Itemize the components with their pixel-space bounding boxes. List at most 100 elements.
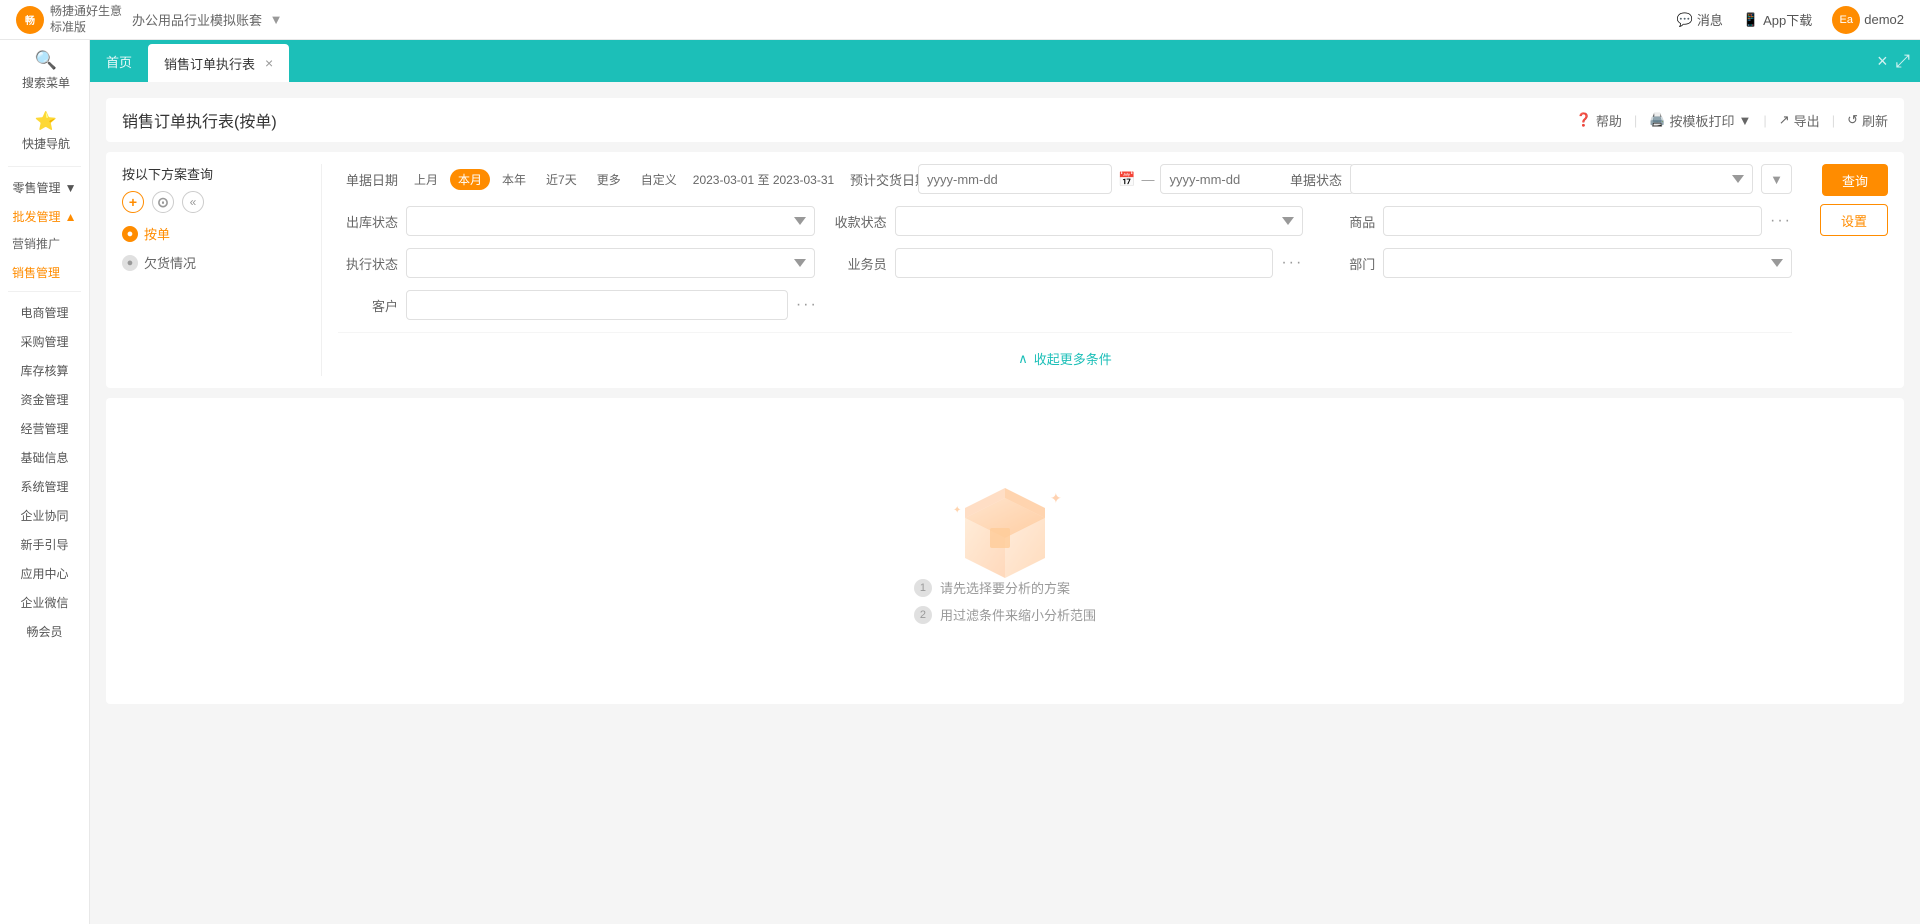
sidebar-search[interactable]: 🔍 搜索菜单 [0, 40, 89, 101]
filter-row-2: 出库状态 收款状态 [338, 206, 1792, 236]
print-icon: 🖨️ [1649, 112, 1665, 128]
refresh-button[interactable]: ↺ 刷新 [1847, 111, 1888, 130]
sidebar-item-purchase[interactable]: 采购管理 [0, 325, 89, 354]
empty-tip-1: 1 请先选择要分析的方案 [914, 578, 1096, 597]
date-tab-last7days[interactable]: 近7天 [538, 169, 585, 190]
filter-group-delivery-date: 预计交货日期 📅 — 📅 [850, 164, 1270, 194]
product-input[interactable] [1383, 206, 1762, 236]
page-title-bar: 销售订单执行表(按单) ❓ 帮助 | 🖨️ 按模板打印 ▼ | ↗ [106, 98, 1904, 142]
receipt-status-select[interactable] [895, 206, 1304, 236]
tab-home[interactable]: 首页 [90, 40, 148, 82]
filter-add-btns: + ⊙ « [122, 191, 305, 213]
sidebar-item-enterprise[interactable]: 企业协同 [0, 499, 89, 528]
message-button[interactable]: 💬 消息 [1677, 10, 1723, 29]
download-icon: 📱 [1743, 12, 1759, 28]
tab-minimize-button[interactable]: × [1877, 51, 1888, 72]
doc-status-select[interactable] [1350, 164, 1753, 194]
user-area[interactable]: Ea demo2 [1832, 6, 1904, 34]
shipping-status-label: 出库状态 [338, 212, 398, 231]
filter-group-department: 部门 [1315, 248, 1792, 278]
help-button[interactable]: ❓ 帮助 [1576, 111, 1622, 130]
export-icon: ↗ [1779, 112, 1790, 128]
date-tab-currentyear[interactable]: 本年 [494, 169, 534, 190]
filter-group-customer: 客户 ··· [338, 290, 818, 320]
filter-copy-button[interactable]: ⊙ [152, 191, 174, 213]
filter-add-button[interactable]: + [122, 191, 144, 213]
page-title: 销售订单执行表(按单) [122, 108, 277, 132]
tip-2-num: 2 [914, 606, 932, 624]
execution-status-label: 执行状态 [338, 254, 398, 273]
date-tab-currentmonth[interactable]: 本月 [450, 169, 490, 190]
date-tab-custom[interactable]: 自定义 [633, 169, 685, 190]
date-range-display: 2023-03-01 至 2023-03-31 [693, 171, 834, 188]
message-icon: 💬 [1677, 12, 1693, 28]
collapse-filter-button[interactable]: ∧ 收起更多条件 [1010, 341, 1120, 376]
filter-title: 按以下方案查询 [122, 164, 305, 183]
filter-group-product: 商品 ··· [1315, 206, 1792, 236]
sidebar-item-basic[interactable]: 基础信息 [0, 441, 89, 470]
sidebar-item-ecommerce[interactable]: 电商管理 [0, 296, 89, 325]
search-icon: 🔍 [35, 50, 57, 71]
sidebar-divider-2 [8, 291, 81, 292]
filter-scheme-panel: 按以下方案查询 + ⊙ « [122, 164, 322, 376]
salesperson-input[interactable] [895, 248, 1274, 278]
customer-dots[interactable]: ··· [796, 296, 818, 314]
logo-text: 畅捷通好生意 标准版 [50, 4, 122, 35]
sidebar-item-operations[interactable]: 经营管理 [0, 412, 89, 441]
sidebar-item-sales[interactable]: 销售管理 [0, 258, 89, 287]
help-icon: ❓ [1576, 112, 1592, 128]
breadcrumb: 办公用品行业模拟账套 ▼ [132, 10, 284, 29]
filter-scheme-by-debt[interactable]: ● 欠货情况 [122, 248, 305, 277]
department-select[interactable] [1383, 248, 1792, 278]
app-download-button[interactable]: 📱 App下载 [1743, 10, 1812, 29]
collapse-more-icon: ∧ [1018, 351, 1028, 367]
sidebar-item-retail[interactable]: 零售管理 ▼ [0, 171, 89, 200]
filter-group-receipt: 收款状态 [827, 206, 1304, 236]
sidebar-item-newbie[interactable]: 新手引导 [0, 528, 89, 557]
filter-scheme-by-order[interactable]: ● 按单 [122, 219, 305, 248]
breadcrumb-dropdown-icon[interactable]: ▼ [268, 12, 284, 28]
doc-status-more[interactable]: ▼ [1761, 164, 1792, 194]
calendar-icon-start[interactable]: 📅 [1118, 171, 1135, 188]
scheme-icon-debt: ● [122, 255, 138, 271]
sidebar-item-marketing[interactable]: 营销推广 [0, 229, 89, 258]
settings-button[interactable]: 设置 [1820, 204, 1888, 236]
query-button[interactable]: 查询 [1822, 164, 1888, 196]
customer-input[interactable] [406, 290, 788, 320]
filter-row-4: 客户 ··· [338, 290, 1792, 320]
sidebar-item-system[interactable]: 系统管理 [0, 470, 89, 499]
delivery-date-start[interactable] [918, 164, 1112, 194]
user-avatar: Ea [1832, 6, 1860, 34]
sidebar-item-inventory[interactable]: 库存核算 [0, 354, 89, 383]
filter-sub-list: ● 按单 ● 欠货情况 [122, 219, 305, 277]
main-layout: 🔍 搜索菜单 ⭐ 快捷导航 零售管理 ▼ 批发管理 ▲ 营销推广 销售管理 电商… [0, 40, 1920, 924]
tab-sales-order[interactable]: 销售订单执行表 × [148, 44, 289, 82]
sidebar-item-wholesale[interactable]: 批发管理 ▲ [0, 200, 89, 229]
sidebar-item-member[interactable]: 畅会员 [0, 615, 89, 644]
sidebar-item-finance[interactable]: 资金管理 [0, 383, 89, 412]
copy-icon: ⊙ [157, 194, 169, 211]
date-tab-more[interactable]: 更多 [589, 169, 629, 190]
tab-maximize-button[interactable]: ⤢ [1896, 51, 1910, 72]
execution-status-select[interactable] [406, 248, 815, 278]
tip-1-text: 请先选择要分析的方案 [940, 578, 1070, 597]
export-button[interactable]: ↗ 导出 [1779, 111, 1820, 130]
sidebar-item-wechat[interactable]: 企业微信 [0, 586, 89, 615]
tip-1-num: 1 [914, 579, 932, 597]
sidebar-quick-nav[interactable]: ⭐ 快捷导航 [0, 101, 89, 162]
salesperson-dots[interactable]: ··· [1281, 254, 1303, 272]
salesperson-label: 业务员 [827, 254, 887, 273]
date-tab-lastmonth[interactable]: 上月 [406, 169, 446, 190]
product-dots[interactable]: ··· [1770, 212, 1792, 230]
tab-close-icon[interactable]: × [265, 55, 273, 71]
product-label: 商品 [1315, 212, 1375, 231]
receipt-status-label: 收款状态 [827, 212, 887, 231]
page-actions: ❓ 帮助 | 🖨️ 按模板打印 ▼ | ↗ 导出 | [1576, 111, 1888, 130]
tip-2-text: 用过滤条件来缩小分析范围 [940, 605, 1096, 624]
print-dropdown-icon: ▼ [1739, 113, 1752, 128]
filter-collapse-button[interactable]: « [182, 191, 204, 213]
print-button[interactable]: 🖨️ 按模板打印 ▼ [1649, 111, 1751, 130]
shipping-status-select[interactable] [406, 206, 815, 236]
logo-icon: 畅 [16, 6, 44, 34]
sidebar-item-apps[interactable]: 应用中心 [0, 557, 89, 586]
